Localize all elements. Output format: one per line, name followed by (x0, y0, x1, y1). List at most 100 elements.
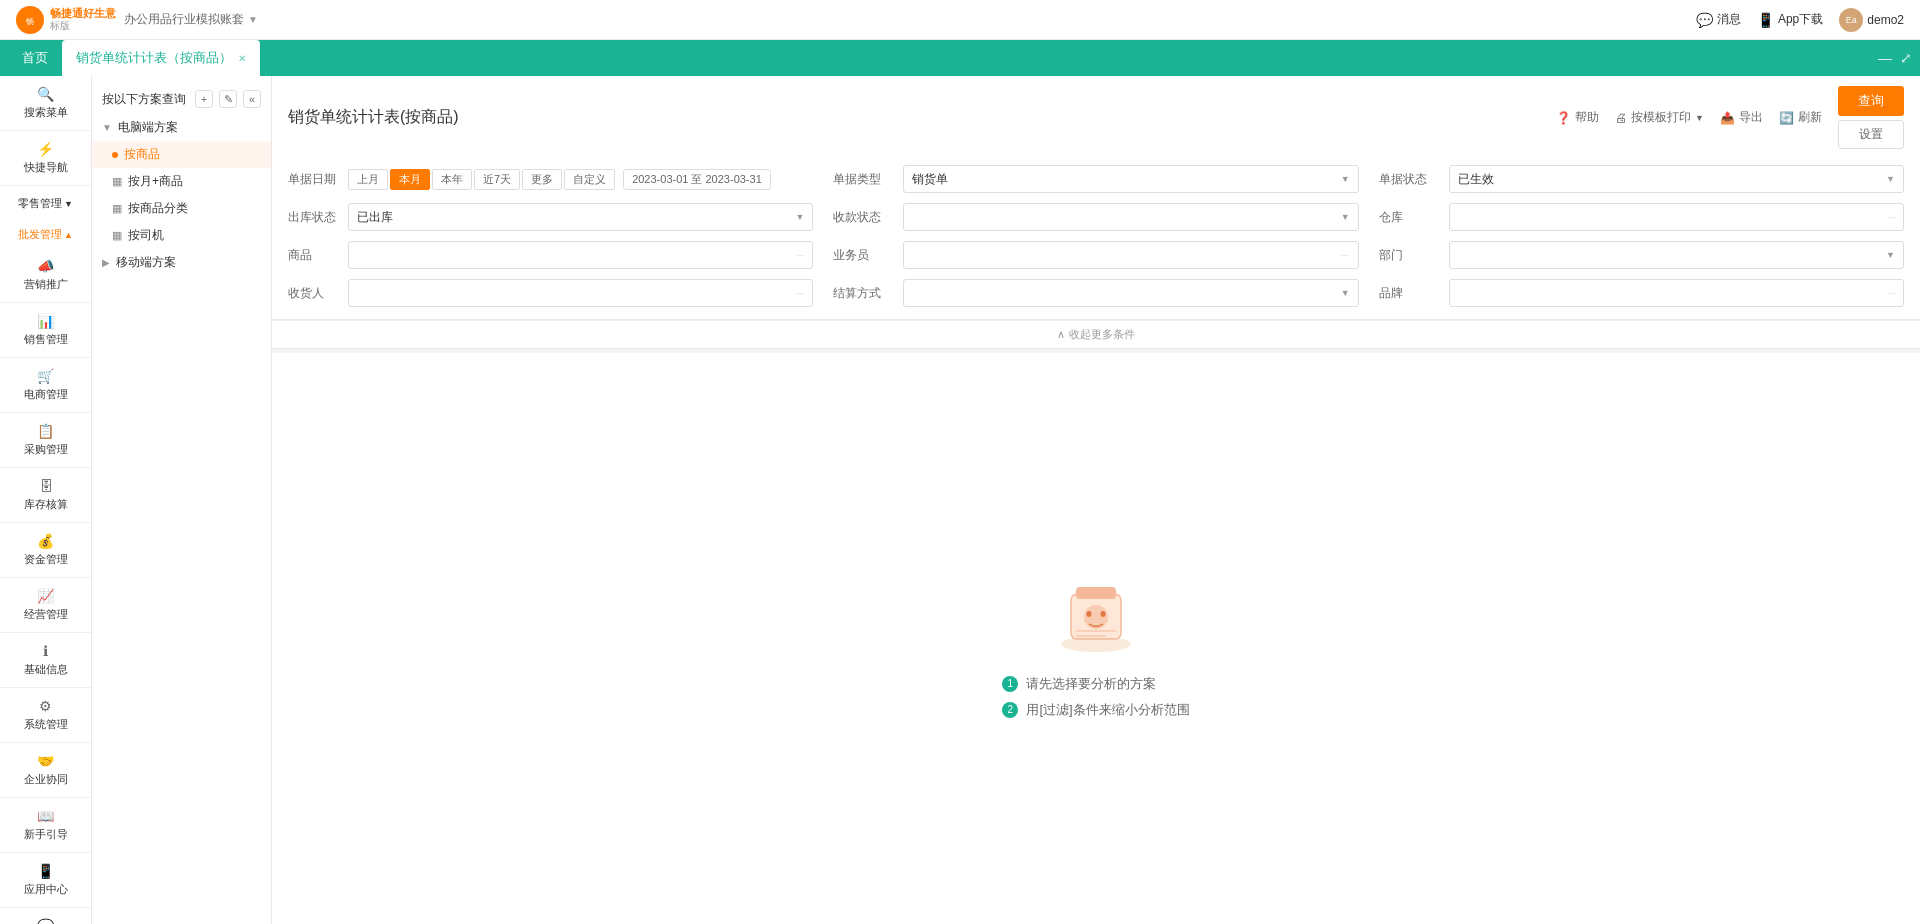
svg-text:畅: 畅 (26, 17, 34, 26)
date-range-input[interactable]: 2023-03-01 至 2023-03-31 (623, 169, 771, 190)
print-dropdown-icon: ▼ (1695, 113, 1704, 123)
salesperson-dots-icon: ··· (1341, 250, 1349, 261)
sidebar-item-search[interactable]: 🔍 搜索菜单 (0, 76, 91, 131)
warehouse-select[interactable]: ··· (1449, 203, 1904, 231)
edit-scheme-btn[interactable]: ✎ (219, 90, 237, 108)
sidebar-item-system[interactable]: ⚙ 系统管理 (0, 688, 91, 743)
doc-status-select[interactable]: 已生效 ▼ (1449, 165, 1904, 193)
query-button[interactable]: 查询 (1838, 86, 1904, 116)
settlement-select[interactable]: ▼ (903, 279, 1358, 307)
tab-close-icon[interactable]: ✕ (238, 53, 246, 64)
date-tab-last-month[interactable]: 上月 (348, 169, 388, 190)
help-btn[interactable]: ❓ 帮助 (1556, 109, 1599, 126)
filter-salesperson: 业务员 ··· (833, 241, 1358, 269)
enterprise-icon: 🤝 (37, 753, 54, 769)
sidebar-item-ecommerce[interactable]: 🛒 电商管理 (0, 358, 91, 413)
tree-desktop-group[interactable]: ▼ 电脑端方案 (92, 114, 271, 141)
tab-minimize-icon[interactable]: — (1878, 50, 1892, 66)
dropdown-arrow-icon[interactable]: ▼ (248, 14, 258, 25)
empty-state: 1 请先选择要分析的方案 2 用[过滤]条件来缩小分析范围 (272, 353, 1920, 924)
tab-sales-stat[interactable]: 销货单统计计表（按商品） ✕ (62, 40, 260, 76)
grid-icon: ▦ (112, 202, 122, 215)
collapse-filters-btn[interactable]: ∧ 收起更多条件 (272, 320, 1920, 348)
logo-area: 畅 畅捷通好生意 标版 (16, 6, 116, 34)
filter-out-status: 出库状态 已出库 ▼ (288, 203, 813, 231)
filter-row-1: 单据日期 上月 本月 本年 近7天 更多 自定义 20 (288, 165, 1904, 193)
wholesale-expand-icon: ▲ (64, 230, 73, 240)
sidebar-item-enterprise[interactable]: 🤝 企业协同 (0, 743, 91, 798)
sidebar-item-retail[interactable]: 零售管理 ▼ (0, 186, 91, 217)
page-actions-right: ❓ 帮助 🖨 按模板打印 ▼ 📤 导出 🔄 (1556, 86, 1904, 149)
tree-item-label: 按商品 (124, 146, 160, 163)
sidebar-item-inventory[interactable]: 🗄 库存核算 (0, 468, 91, 523)
page-header-container: 销货单统计计表(按商品) ❓ 帮助 🖨 按模板打印 ▼ 📤 (272, 76, 1920, 349)
sidebar-item-wholesale[interactable]: 批发管理 ▲ (0, 217, 91, 248)
tree-desktop-label: 电脑端方案 (118, 119, 178, 136)
app-download-btn[interactable]: 📱 App下载 (1757, 11, 1823, 28)
refresh-btn[interactable]: 🔄 刷新 (1779, 109, 1822, 126)
date-tab-more[interactable]: 更多 (522, 169, 562, 190)
product-dots-icon: ··· (796, 250, 804, 261)
product-label: 商品 (288, 247, 348, 264)
add-scheme-btn[interactable]: + (195, 90, 213, 108)
sidebar-item-basic[interactable]: ℹ 基础信息 (0, 633, 91, 688)
sidebar-item-operation[interactable]: 📈 经营管理 (0, 578, 91, 633)
sidebar-item-marketing[interactable]: 📣 营销推广 (0, 248, 91, 303)
basic-icon: ℹ (43, 643, 48, 659)
tree-item-by-product[interactable]: 按商品 (92, 141, 271, 168)
logo-text: 畅捷通好生意 标版 (50, 7, 116, 32)
department-dropdown-icon: ▼ (1886, 250, 1895, 260)
tree-item-by-category[interactable]: ▦ 按商品分类 (92, 195, 271, 222)
tree-item-by-month-product[interactable]: ▦ 按月+商品 (92, 168, 271, 195)
filter-panel-icons: + ✎ « (195, 90, 261, 108)
date-tab-this-month[interactable]: 本月 (390, 169, 430, 190)
salesperson-select[interactable]: ··· (903, 241, 1358, 269)
empty-tip-1: 1 请先选择要分析的方案 (1002, 675, 1189, 693)
settings-button[interactable]: 设置 (1838, 120, 1904, 149)
export-btn[interactable]: 📤 导出 (1720, 109, 1763, 126)
date-tab-custom[interactable]: 自定义 (564, 169, 615, 190)
svg-point-7 (1100, 611, 1105, 617)
collapse-panel-btn[interactable]: « (243, 90, 261, 108)
grid-icon: ▦ (112, 229, 122, 242)
tip-num-1: 1 (1002, 676, 1018, 692)
help-icon: ❓ (1556, 111, 1571, 125)
date-tab-this-year[interactable]: 本年 (432, 169, 472, 190)
payment-status-select[interactable]: ▼ (903, 203, 1358, 231)
tree-item-by-cashier[interactable]: ▦ 按司机 (92, 222, 271, 249)
user-profile-btn[interactable]: Ea demo2 (1839, 8, 1904, 32)
tab-home[interactable]: 首页 (8, 40, 62, 76)
tree-mobile-group[interactable]: ▶ 移动端方案 (92, 249, 271, 276)
sidebar-item-finance[interactable]: 💰 资金管理 (0, 523, 91, 578)
sidebar-item-app-center[interactable]: 📱 应用中心 (0, 853, 91, 908)
doc-type-select[interactable]: 销货单 ▼ (903, 165, 1358, 193)
department-select[interactable]: ▼ (1449, 241, 1904, 269)
doc-status-label: 单据状态 (1379, 171, 1449, 188)
tab-maximize-icon[interactable]: ⤢ (1900, 50, 1912, 66)
sidebar-item-purchase[interactable]: 📋 采购管理 (0, 413, 91, 468)
filter-row-4: 收货人 ··· 结算方式 ▼ (288, 279, 1904, 307)
grid-icon: ▦ (112, 175, 122, 188)
sidebar-item-sales-mgmt[interactable]: 📊 销售管理 (0, 303, 91, 358)
brand-select[interactable]: ··· (1449, 279, 1904, 307)
product-select[interactable]: ··· (348, 241, 813, 269)
retail-expand-icon: ▼ (64, 199, 73, 209)
query-settings-group: 查询 设置 (1838, 86, 1904, 149)
receiver-select[interactable]: ··· (348, 279, 813, 307)
svg-point-6 (1086, 611, 1091, 617)
template-print-btn[interactable]: 🖨 按模板打印 ▼ (1615, 109, 1704, 126)
empty-tip-1-text: 请先选择要分析的方案 (1026, 675, 1156, 693)
tree-item-label: 按商品分类 (128, 200, 188, 217)
tree-item-label: 按司机 (128, 227, 164, 244)
tab-bar: 首页 销货单统计计表（按商品） ✕ — ⤢ (0, 40, 1920, 76)
sidebar-item-wechat[interactable]: 💬 企业微信 (0, 908, 91, 924)
marketing-icon: 📣 (37, 258, 54, 274)
messages-btn[interactable]: 💬 消息 (1696, 11, 1741, 28)
date-tab-7days[interactable]: 近7天 (474, 169, 520, 190)
sidebar-item-guide[interactable]: 📖 新手引导 (0, 798, 91, 853)
filter-date: 单据日期 上月 本月 本年 近7天 更多 自定义 20 (288, 169, 813, 190)
out-status-label: 出库状态 (288, 209, 348, 226)
out-status-select[interactable]: 已出库 ▼ (348, 203, 813, 231)
tab-bar-right: — ⤢ (1878, 50, 1912, 66)
sidebar-item-quick-nav[interactable]: ⚡ 快捷导航 (0, 131, 91, 186)
